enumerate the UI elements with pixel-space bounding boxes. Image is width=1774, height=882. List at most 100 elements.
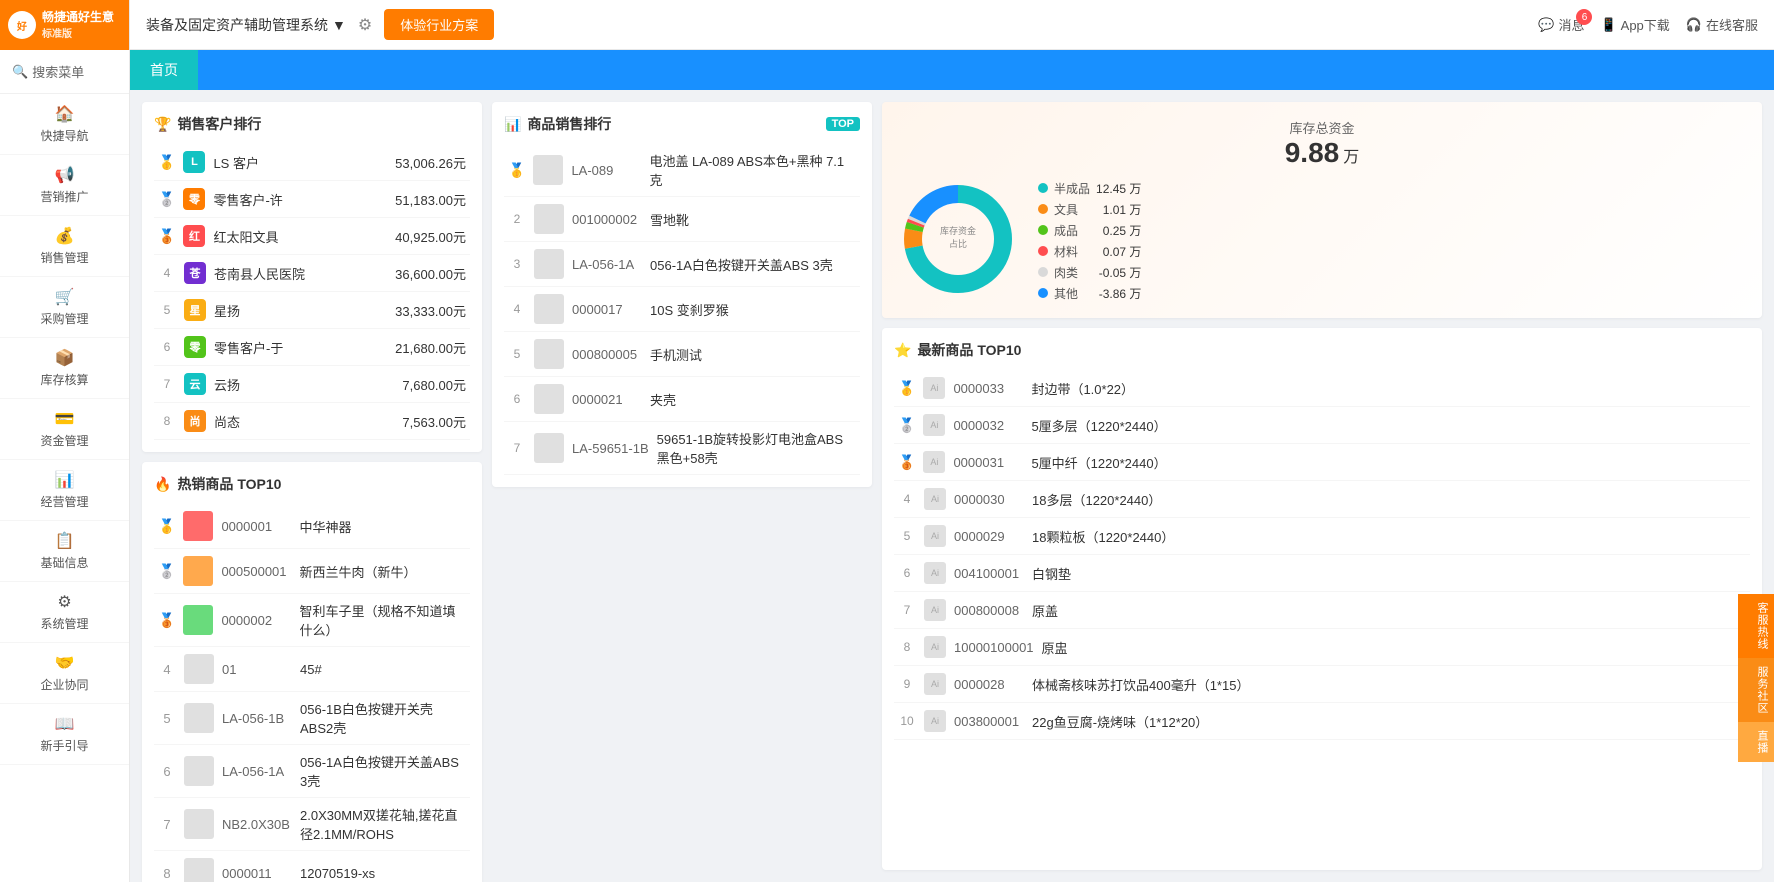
rank-number: 6: [158, 340, 176, 354]
new-product-item: 🥇 Ai 0000033 封边带（1.0*22）: [894, 370, 1750, 407]
product-mid-name: 夹壳: [650, 390, 856, 409]
nav-label-6: 经营管理: [40, 493, 88, 510]
legend-name: 材料: [1054, 243, 1097, 260]
customer-amount: 51,183.00元: [395, 190, 466, 209]
legend-value: -0.05 万: [1099, 264, 1142, 281]
new-product-code: 004100001: [954, 566, 1024, 581]
nav-label-2: 销售管理: [40, 249, 88, 266]
product-mid-name: 雪地靴: [650, 210, 856, 229]
product-mid-image: [534, 384, 564, 414]
fire-icon: 🔥: [154, 476, 171, 493]
new-product-name: 18颗粒板（1220*2440）: [1032, 527, 1746, 546]
customer-rank-item: 7 云 云扬 7,680.00元: [154, 366, 470, 403]
product-code: 01: [222, 662, 292, 677]
new-product-img: Ai: [924, 599, 946, 621]
new-product-item: 6 Ai 004100001 白钢垫: [894, 555, 1750, 592]
customer-name: 星扬: [214, 301, 387, 320]
customer-name: 零售客户-于: [214, 338, 387, 357]
sidebar-item-4[interactable]: 📦库存核算: [0, 338, 129, 399]
svg-text:占比: 占比: [949, 238, 967, 249]
chart-icon: 📊: [504, 116, 521, 133]
new-product-code: 0000032: [953, 418, 1023, 433]
float-buttons: 客服热线 服务社区 直播: [1738, 594, 1774, 762]
customer-avatar: 星: [184, 299, 206, 321]
online-service-action[interactable]: 🎧 在线客服: [1686, 15, 1758, 34]
customer-name: 苍南县人民医院: [214, 264, 387, 283]
new-product-item: 4 Ai 0000030 18多层（1220*2440）: [894, 481, 1750, 518]
new-product-rank: 9: [898, 677, 916, 691]
new-product-rank: 10: [898, 714, 916, 728]
search-label: 搜索菜单: [32, 62, 84, 81]
settings-icon[interactable]: ⚙: [358, 15, 372, 35]
sidebar-item-1[interactable]: 📢营销推广: [0, 155, 129, 216]
new-product-name: 5厘中纤（1220*2440）: [1031, 453, 1746, 472]
page-tabs: 首页: [130, 50, 1774, 90]
sidebar-item-0[interactable]: 🏠快捷导航: [0, 94, 129, 155]
legend-dot: [1038, 183, 1048, 193]
customer-rank-item: 4 苍 苍南县人民医院 36,600.00元: [154, 255, 470, 292]
customer-name: 云扬: [214, 375, 394, 394]
search-menu-button[interactable]: 🔍 搜索菜单: [8, 58, 121, 85]
sidebar-item-3[interactable]: 🛒采购管理: [0, 277, 129, 338]
sidebar-item-8[interactable]: ⚙ 系统管理: [0, 582, 129, 643]
product-ranking-card: 📊 商品销售排行 TOP 🥇 LA-089 电池盖 LA-089 ABS本色+黑…: [492, 102, 872, 487]
sidebar-item-10[interactable]: 📖新手引导: [0, 704, 129, 765]
new-product-name: 5厘多层（1220*2440）: [1031, 416, 1746, 435]
customer-rank-item: 5 星 星扬 33,333.00元: [154, 292, 470, 329]
sidebar-search[interactable]: 🔍 搜索菜单: [0, 50, 129, 94]
donut-chart: 库存资金 占比: [898, 179, 1018, 302]
sidebar-item-9[interactable]: 🤝企业协同: [0, 643, 129, 704]
product-image: [183, 511, 213, 541]
new-product-code: 0000028: [954, 677, 1024, 692]
customer-amount: 7,563.00元: [402, 412, 466, 431]
tab-home[interactable]: 首页: [130, 50, 198, 90]
product-rank-num: 7: [158, 817, 176, 832]
product-medal: 🥇: [158, 518, 175, 535]
system-title-dropdown[interactable]: 装备及固定资产辅助管理系统 ▼: [146, 15, 346, 35]
nav-icon-7: 📋: [55, 531, 75, 551]
nav-icon-10: 📖: [55, 714, 75, 734]
new-product-item: 🥈 Ai 0000032 5厘多层（1220*2440）: [894, 407, 1750, 444]
customer-rank-item: 🥈 零 零售客户-许 51,183.00元: [154, 181, 470, 218]
hot-product-item: 7 NB2.0X30B 2.0X30MM双搓花轴,搓花直径2.1MM/ROHS: [154, 798, 470, 851]
product-rank-num: 2: [508, 212, 526, 226]
sidebar-item-2[interactable]: 💰 销售管理: [0, 216, 129, 277]
logo-icon: 好: [8, 11, 36, 39]
new-product-code: 0000029: [954, 529, 1024, 544]
float-btn-service[interactable]: 客服热线: [1738, 594, 1774, 658]
nav-icon-8: ⚙: [57, 592, 71, 612]
message-icon: 💬: [1538, 17, 1554, 33]
product-medal: 🥉: [158, 612, 175, 629]
logo-title: 畅捷通好生意: [42, 10, 114, 24]
hot-product-list: 🥇 0000001 中华神器🥈 000500001 新西兰牛肉（新牛）🥉 000…: [154, 504, 470, 882]
hot-product-item: 🥈 000500001 新西兰牛肉（新牛）: [154, 549, 470, 594]
sidebar-item-5[interactable]: 💳资金管理: [0, 399, 129, 460]
product-sales-rank-item: 5 000800005 手机测试: [504, 332, 860, 377]
app-download-action[interactable]: 📱 App下载: [1600, 15, 1669, 34]
customer-name: 尚态: [214, 412, 394, 431]
message-action[interactable]: 💬 消息 6: [1538, 15, 1584, 34]
float-btn-community[interactable]: 服务社区: [1738, 658, 1774, 722]
new-product-img: Ai: [924, 710, 946, 732]
rank-number: 4: [158, 266, 176, 280]
sidebar-item-6[interactable]: 📊经营管理: [0, 460, 129, 521]
customer-amount: 7,680.00元: [402, 375, 466, 394]
product-code: 000500001: [221, 564, 291, 579]
product-image: [184, 703, 214, 733]
float-btn-live[interactable]: 直播: [1738, 722, 1774, 762]
product-mid-code: 001000002: [572, 212, 642, 227]
nav-label-8: 系统管理: [40, 615, 88, 632]
product-rank-num: 4: [508, 302, 526, 316]
product-name: 2.0X30MM双搓花轴,搓花直径2.1MM/ROHS: [300, 805, 466, 843]
sidebar-item-7[interactable]: 📋基础信息: [0, 521, 129, 582]
new-product-name: 封边带（1.0*22）: [1031, 379, 1746, 398]
legend-name: 肉类: [1054, 264, 1093, 281]
new-product-item: 5 Ai 0000029 18颗粒板（1220*2440）: [894, 518, 1750, 555]
customer-amount: 33,333.00元: [395, 301, 466, 320]
product-mid-image: [533, 155, 563, 185]
trial-button[interactable]: 体验行业方案: [384, 9, 494, 40]
customer-name: 零售客户-许: [213, 190, 387, 209]
nav-icon-2: 💰: [55, 226, 75, 246]
col-mid: 📊 商品销售排行 TOP 🥇 LA-089 电池盖 LA-089 ABS本色+黑…: [492, 102, 872, 870]
legend-item: 文具 1.01 万: [1038, 201, 1141, 218]
